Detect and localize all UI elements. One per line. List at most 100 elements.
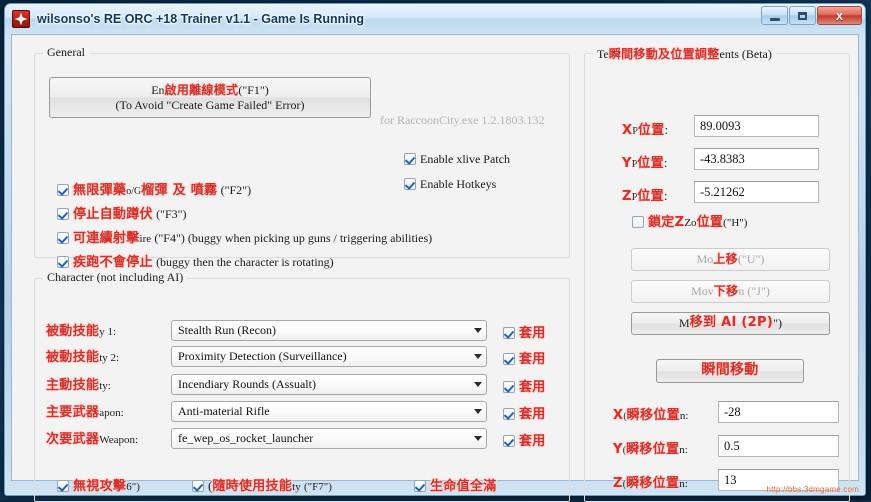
infinite-sprint-box[interactable] <box>57 256 69 268</box>
full-health-cn: 生命值全滿 <box>430 479 497 494</box>
apply-secondary-checkbox[interactable]: 套用 <box>503 430 546 449</box>
chevron-down-icon[interactable] <box>469 429 486 448</box>
lock-z-cn: 鎖定Z <box>648 215 684 230</box>
x-pos-colon: : <box>665 122 669 137</box>
infinite-ammo-checkbox[interactable]: 無限彈藥o/G榴彈 及 噴霧 ("F2") <box>57 179 251 198</box>
infinite-ammo-cn: 無限彈藥 <box>73 183 126 198</box>
client-area: General En啟用離線模式("F1") (To Avoid "Create… <box>11 34 859 481</box>
tp-title-cn: 瞬間移動及位置調整 <box>609 47 720 61</box>
infinite-sprint-suffix: (buggy then the character is rotating) <box>156 255 334 269</box>
no-cooldown-checkbox[interactable]: (隨時使用技能ty ("F7") <box>192 475 332 494</box>
move-down-cn: 下移 <box>714 284 739 299</box>
close-icon: x <box>836 9 843 22</box>
minimize-icon <box>770 18 780 21</box>
rapid-fire-suffix: ("F4") (buggy when picking up guns / tri… <box>154 231 432 245</box>
move-up-en-suffix: ("U") <box>738 252 764 267</box>
z-position-input[interactable]: -5.21262 <box>694 181 819 203</box>
x-off-cn: 瞬移位置 <box>627 408 680 423</box>
secondary-weapon-dropdown[interactable]: fe_wep_os_rocket_launcher <box>171 428 487 449</box>
apply5-box[interactable] <box>503 435 515 447</box>
y-pos-cn: 位置 <box>637 156 664 171</box>
z-position-value: -5.21262 <box>700 185 745 200</box>
rapid-fire-cn: 可連續射擊 <box>73 231 140 246</box>
lock-z-box[interactable] <box>632 216 644 228</box>
stop-auto-crouch-checkbox[interactable]: 停止自動蹲伏 ("F3") <box>57 203 187 222</box>
ignore-damage-checkbox[interactable]: 無視攻擊6") <box>57 475 140 494</box>
active-ability-dropdown[interactable]: Incendiary Rounds (Assualt) <box>171 374 487 395</box>
enable-xlive-patch-checkbox[interactable]: Enable xlive Patch <box>404 152 510 167</box>
active-value: Incendiary Rounds (Assualt) <box>172 377 316 392</box>
trainer-window: wilsonso's RE ORC +18 Trainer v1.1 - Gam… <box>4 3 866 496</box>
passive2-en: ty 2: <box>99 352 119 364</box>
lock-z-suffix: ("H") <box>723 217 747 229</box>
no-cooldown-box[interactable] <box>192 480 204 492</box>
full-health-checkbox[interactable]: 生命值全滿 <box>414 475 497 494</box>
z-pos-cn: 位置 <box>637 189 664 204</box>
x-pos-letter: X <box>622 123 632 138</box>
tp-title-en-suffix: ents (Beta) <box>720 47 772 61</box>
rapid-fire-box[interactable] <box>57 232 69 244</box>
passive2-cn: 被動技能 <box>46 350 99 365</box>
apply1-label: 套用 <box>519 326 546 341</box>
character-group-title: Character (not including AI) <box>43 270 187 285</box>
infinite-ammo-box[interactable] <box>57 184 69 196</box>
window-title: wilsonso's RE ORC +18 Trainer v1.1 - Gam… <box>37 12 364 26</box>
apply-passive-1-checkbox[interactable]: 套用 <box>503 322 546 341</box>
primary-en: apon: <box>99 407 123 419</box>
apply3-box[interactable] <box>503 381 515 393</box>
passive-ability-1-dropdown[interactable]: Stealth Run (Recon) <box>171 320 487 341</box>
enable-offline-mode-button[interactable]: En啟用離線模式("F1") (To Avoid "Create Game Fa… <box>49 77 371 118</box>
y-offset-input[interactable]: 0.5 <box>718 435 839 457</box>
maximize-button[interactable] <box>789 6 816 25</box>
window-controls: x <box>761 6 862 25</box>
z-off-cn: 瞬移位置 <box>626 476 679 491</box>
hotkeys-checkbox-box[interactable] <box>404 178 416 190</box>
xlive-checkbox-box[interactable] <box>404 153 416 165</box>
enable-hotkeys-checkbox[interactable]: Enable Hotkeys <box>404 177 496 192</box>
primary-weapon-dropdown[interactable]: Anti-material Rifle <box>171 401 487 422</box>
chevron-down-icon[interactable] <box>469 402 486 421</box>
z-off-en3: n: <box>679 478 688 490</box>
y-position-input[interactable]: -43.8383 <box>694 148 819 170</box>
rapid-fire-checkbox[interactable]: 可連續射擊ire ("F4") (buggy when picking up g… <box>57 227 432 246</box>
chevron-down-icon[interactable] <box>469 375 486 394</box>
y-off-en3: n: <box>679 444 688 456</box>
apply1-box[interactable] <box>503 327 515 339</box>
move-down-button[interactable]: Mov下移n ("J") <box>631 280 830 303</box>
move-to-ai-button[interactable]: M移到 AI (2P)") <box>631 312 830 335</box>
teleport-btn-cn: 瞬間移動 <box>701 362 758 380</box>
move-ai-en-prefix: M <box>679 316 690 331</box>
move-up-button[interactable]: Mo上移("U") <box>631 248 830 271</box>
teleport-button[interactable]: 瞬間移動 <box>656 359 804 383</box>
apply-passive-2-checkbox[interactable]: 套用 <box>503 348 546 367</box>
title-bar[interactable]: wilsonso's RE ORC +18 Trainer v1.1 - Gam… <box>5 4 865 34</box>
ignore-damage-box[interactable] <box>57 480 69 492</box>
y-offset-label: Y(瞬移位置n: <box>613 438 688 457</box>
y-pos-letter: Y <box>622 156 632 171</box>
full-health-box[interactable] <box>414 480 426 492</box>
apply-primary-checkbox[interactable]: 套用 <box>503 403 546 422</box>
infinite-sprint-checkbox[interactable]: 疾跑不會停止 (buggy then the character is rota… <box>57 251 334 270</box>
passive1-cn: 被動技能 <box>46 324 99 339</box>
passive2-value: Proximity Detection (Surveillance) <box>172 349 347 364</box>
infinite-ammo-cn2: 榴彈 及 噴霧 <box>141 183 217 198</box>
apply4-box[interactable] <box>503 408 515 420</box>
x-position-input[interactable]: 89.0093 <box>694 115 819 137</box>
lock-z-position-checkbox[interactable]: 鎖定ZZo位置("H") <box>632 211 747 230</box>
passive-ability-2-label: 被動技能ty 2: <box>46 346 119 365</box>
active-ability-label: 主動技能ty: <box>46 374 111 393</box>
close-button[interactable]: x <box>817 6 862 25</box>
apply2-box[interactable] <box>503 353 515 365</box>
stop-auto-crouch-box[interactable] <box>57 208 69 220</box>
chevron-down-icon[interactable] <box>469 347 486 366</box>
stop-auto-crouch-cn: 停止自動蹲伏 <box>73 207 153 222</box>
x-offset-input[interactable]: -28 <box>718 401 839 423</box>
chevron-down-icon[interactable] <box>469 321 486 340</box>
passive-ability-2-dropdown[interactable]: Proximity Detection (Surveillance) <box>171 346 487 367</box>
passive-ability-1-label: 被動技能y 1: <box>46 320 116 339</box>
ignore-damage-cn: 無視攻擊 <box>73 479 126 494</box>
offline-btn-en-suffix: ("F1") <box>238 83 268 97</box>
minimize-button[interactable] <box>761 6 788 25</box>
y-pos-colon: : <box>664 155 668 170</box>
apply-active-checkbox[interactable]: 套用 <box>503 376 546 395</box>
